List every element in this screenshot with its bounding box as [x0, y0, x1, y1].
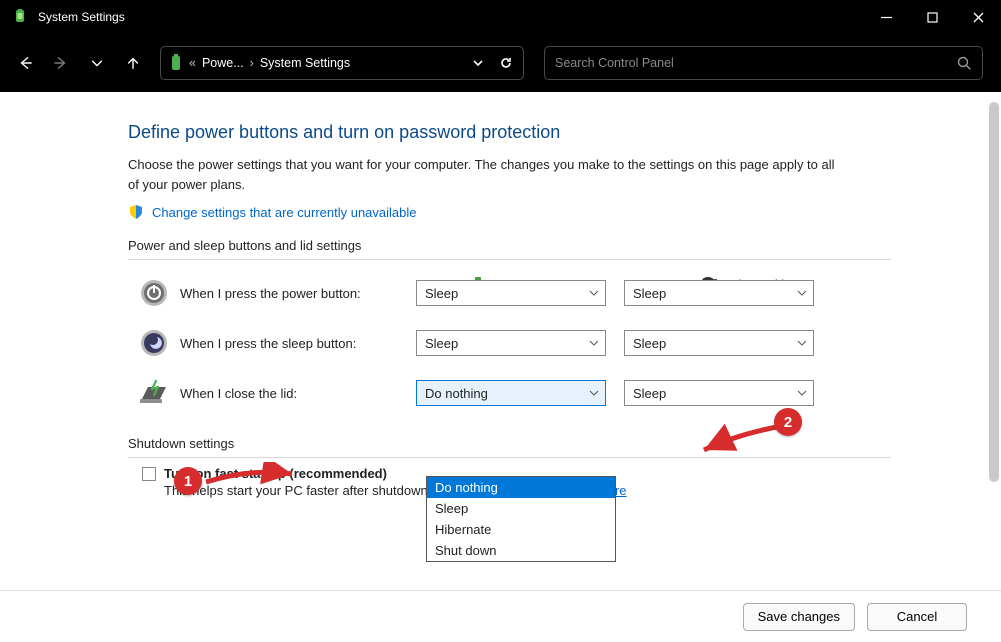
window-title: System Settings [38, 10, 125, 24]
row-sleep-button-label: When I press the sleep button: [180, 336, 416, 351]
select-value: Sleep [633, 386, 666, 401]
refresh-button[interactable] [495, 52, 517, 74]
select-close-lid-battery[interactable]: Do nothing [416, 380, 606, 406]
lid-icon [138, 377, 170, 409]
select-value: Sleep [633, 336, 666, 351]
nav-up-button[interactable] [118, 48, 148, 78]
row-sleep-button: When I press the sleep button: Sleep Sle… [128, 326, 848, 360]
dropdown-close-lid-battery[interactable]: Do nothing Sleep Hibernate Shut down [426, 476, 616, 562]
select-sleep-button-battery[interactable]: Sleep [416, 330, 606, 356]
nav-back-button[interactable] [10, 48, 40, 78]
dropdown-option[interactable]: Sleep [427, 498, 615, 519]
maximize-button[interactable] [909, 0, 955, 34]
breadcrumb-separator: › [250, 56, 254, 70]
breadcrumb-part-2[interactable]: System Settings [260, 56, 350, 70]
admin-link[interactable]: Change settings that are currently unava… [152, 205, 417, 220]
close-button[interactable] [955, 0, 1001, 34]
select-value: Sleep [633, 286, 666, 301]
page-heading: Define power buttons and turn on passwor… [128, 122, 1001, 143]
titlebar: System Settings [0, 0, 1001, 34]
select-power-button-plugged[interactable]: Sleep [624, 280, 814, 306]
select-power-button-battery[interactable]: Sleep [416, 280, 606, 306]
dropdown-option[interactable]: Shut down [427, 540, 615, 561]
nav-recent-button[interactable] [82, 48, 112, 78]
dropdown-option[interactable]: Do nothing [427, 477, 615, 498]
select-sleep-button-plugged[interactable]: Sleep [624, 330, 814, 356]
section-power-sleep-label: Power and sleep buttons and lid settings [128, 238, 1001, 253]
annotation-arrow-1 [202, 462, 300, 492]
power-button-icon [138, 277, 170, 309]
select-close-lid-plugged[interactable]: Sleep [624, 380, 814, 406]
row-power-button: When I press the power button: Sleep Sle… [128, 276, 848, 310]
cancel-button[interactable]: Cancel [867, 603, 967, 631]
sleep-button-icon [138, 327, 170, 359]
chevron-down-icon [797, 390, 807, 396]
annotation-badge-2: 2 [774, 408, 802, 436]
shield-icon [128, 204, 144, 220]
dropdown-option[interactable]: Hibernate [427, 519, 615, 540]
footer: Save changes Cancel [0, 590, 1001, 642]
navbar: « Powe... › System Settings [0, 34, 1001, 92]
chevron-down-icon [589, 290, 599, 296]
select-value: Sleep [425, 286, 458, 301]
chevron-down-icon [589, 390, 599, 396]
search-box[interactable] [544, 46, 983, 80]
address-history-button[interactable] [467, 52, 489, 74]
row-power-button-label: When I press the power button: [180, 286, 416, 301]
fast-startup-checkbox[interactable] [142, 467, 156, 481]
section-shutdown-label: Shutdown settings [128, 436, 1001, 451]
save-changes-button[interactable]: Save changes [743, 603, 855, 631]
content-area: Define power buttons and turn on passwor… [0, 92, 1001, 642]
breadcrumb-part-1[interactable]: Powe... [202, 56, 244, 70]
minimize-button[interactable] [863, 0, 909, 34]
battery-icon [169, 54, 183, 72]
select-value: Do nothing [425, 386, 488, 401]
row-close-lid-label: When I close the lid: [180, 386, 416, 401]
power-settings-grid: On battery Plugged in [128, 276, 848, 410]
search-input[interactable] [555, 56, 956, 70]
nav-forward-button[interactable] [46, 48, 76, 78]
page-description: Choose the power settings that you want … [128, 155, 848, 194]
chevron-down-icon [797, 340, 807, 346]
breadcrumb-prefix: « [189, 56, 196, 70]
address-bar[interactable]: « Powe... › System Settings [160, 46, 524, 80]
search-icon [956, 55, 972, 71]
row-close-lid: When I close the lid: Do nothing Sleep [128, 376, 848, 410]
scrollbar-thumb[interactable] [989, 102, 999, 482]
chevron-down-icon [589, 340, 599, 346]
chevron-down-icon [797, 290, 807, 296]
app-icon [12, 9, 28, 25]
annotation-badge-1: 1 [174, 467, 202, 495]
select-value: Sleep [425, 336, 458, 351]
